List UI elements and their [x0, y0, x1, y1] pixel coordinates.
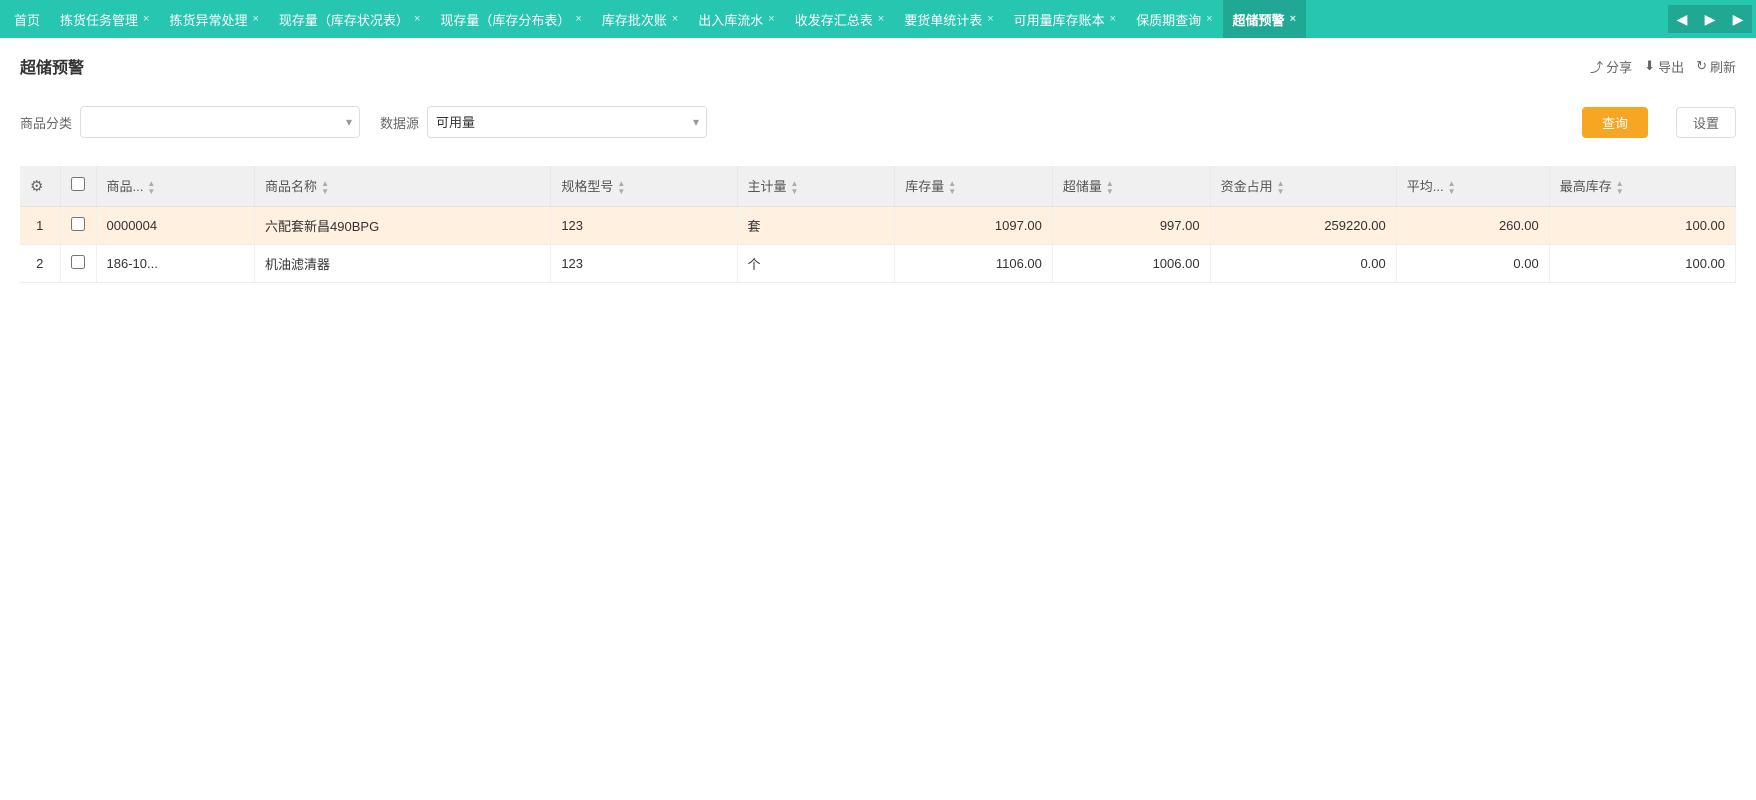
- row-product-name: 六配套新昌490BPG: [255, 206, 551, 244]
- col-header-stock[interactable]: 库存量▲▼: [895, 166, 1053, 206]
- row-checkbox[interactable]: [71, 217, 85, 231]
- row-unit: 套: [737, 206, 895, 244]
- query-button[interactable]: 查询: [1582, 107, 1648, 138]
- close-collect-summary[interactable]: ×: [878, 13, 884, 25]
- close-pick-exception[interactable]: ×: [252, 13, 258, 25]
- row-checkbox[interactable]: [71, 255, 85, 269]
- nav-stock-status[interactable]: 现存量（库存状况表） ×: [269, 0, 430, 38]
- nav-quality-check[interactable]: 保质期查询 ×: [1126, 0, 1222, 38]
- row-max-stock: 100.00: [1549, 244, 1735, 282]
- category-select[interactable]: [80, 106, 360, 138]
- settings-button[interactable]: 设置: [1676, 107, 1736, 138]
- datasource-select[interactable]: 可用量 库存量: [427, 106, 707, 138]
- row-max-stock: 100.00: [1549, 206, 1735, 244]
- nav-collect-summary[interactable]: 收发存汇总表 ×: [785, 0, 894, 38]
- row-stock: 1097.00: [895, 206, 1053, 244]
- row-product-code: 186-10...: [96, 244, 255, 282]
- category-select-wrapper: [80, 106, 360, 138]
- row-capital: 0.00: [1210, 244, 1396, 282]
- close-inout-flow[interactable]: ×: [768, 13, 774, 25]
- row-checkbox-cell: [60, 244, 96, 282]
- row-unit: 个: [737, 244, 895, 282]
- row-index: 2: [20, 244, 60, 282]
- col-header-check: [60, 166, 96, 206]
- col-header-capital[interactable]: 资金占用▲▼: [1210, 166, 1396, 206]
- gear-icon[interactable]: ⚙: [30, 178, 43, 195]
- close-pick-task[interactable]: ×: [143, 13, 149, 25]
- close-available-stock[interactable]: ×: [1110, 13, 1116, 25]
- share-action[interactable]: ⤴ 分享: [1590, 57, 1632, 76]
- col-header-unit[interactable]: 主计量▲▼: [737, 166, 895, 206]
- datasource-label: 数据源: [380, 113, 419, 132]
- row-product-code: 0000004: [96, 206, 255, 244]
- row-avg: 260.00: [1396, 206, 1549, 244]
- col-header-overstock[interactable]: 超储量▲▼: [1052, 166, 1210, 206]
- nav-next-button[interactable]: ▶: [1696, 5, 1724, 33]
- row-spec: 123: [551, 244, 737, 282]
- row-avg: 0.00: [1396, 244, 1549, 282]
- refresh-icon: ↻: [1696, 58, 1707, 74]
- nav-batch-account[interactable]: 库存批次账 ×: [592, 0, 688, 38]
- header-actions: ⤴ 分享 ⬇ 导出 ↻ 刷新: [1590, 57, 1736, 76]
- nav-home[interactable]: 首页: [4, 0, 50, 38]
- col-header-product-code[interactable]: 商品...▲▼: [96, 166, 255, 206]
- filter-area: 商品分类 数据源 可用量 库存量 查询 设置: [20, 94, 1736, 150]
- export-icon: ⬇: [1644, 58, 1655, 74]
- close-stock-status[interactable]: ×: [414, 13, 420, 25]
- page-title: 超储预警: [20, 54, 84, 78]
- category-filter-group: 商品分类: [20, 106, 360, 138]
- main-content: 超储预警 ⤴ 分享 ⬇ 导出 ↻ 刷新 商品分类: [0, 38, 1756, 800]
- col-header-avg[interactable]: 平均...▲▼: [1396, 166, 1549, 206]
- nav-stock-dist[interactable]: 现存量（库存分布表） ×: [430, 0, 591, 38]
- row-spec: 123: [551, 206, 737, 244]
- row-stock: 1106.00: [895, 244, 1053, 282]
- col-header-spec[interactable]: 规格型号▲▼: [551, 166, 737, 206]
- row-capital: 259220.00: [1210, 206, 1396, 244]
- row-product-name: 机油滤清器: [255, 244, 551, 282]
- close-order-stats[interactable]: ×: [987, 13, 993, 25]
- select-all-checkbox[interactable]: [71, 177, 85, 191]
- nav-available-stock[interactable]: 可用量库存账本 ×: [1004, 0, 1126, 38]
- refresh-action[interactable]: ↻ 刷新: [1696, 57, 1736, 76]
- close-batch-account[interactable]: ×: [672, 13, 678, 25]
- row-overstock: 1006.00: [1052, 244, 1210, 282]
- col-header-gear: ⚙: [20, 166, 60, 206]
- export-action[interactable]: ⬇ 导出: [1644, 57, 1684, 76]
- category-label: 商品分类: [20, 113, 72, 132]
- close-stock-dist[interactable]: ×: [575, 13, 581, 25]
- table-body: 1 0000004 六配套新昌490BPG 123 套 1097.00 997.…: [20, 206, 1736, 282]
- nav-pick-exception[interactable]: 拣货异常处理 ×: [159, 0, 268, 38]
- datasource-filter-group: 数据源 可用量 库存量: [380, 106, 707, 138]
- top-navigation: 首页 拣货任务管理 × 拣货异常处理 × 现存量（库存状况表） × 现存量（库存…: [0, 0, 1756, 38]
- table-row: 1 0000004 六配套新昌490BPG 123 套 1097.00 997.…: [20, 206, 1736, 244]
- close-quality-check[interactable]: ×: [1206, 13, 1212, 25]
- nav-order-stats[interactable]: 要货单统计表 ×: [894, 0, 1003, 38]
- share-icon: ⤴: [1590, 57, 1603, 76]
- nav-arrows: ◀ ▶ ▶: [1668, 5, 1752, 33]
- nav-overstock-warning[interactable]: 超储预警 ×: [1223, 0, 1306, 38]
- row-checkbox-cell: [60, 206, 96, 244]
- table-row: 2 186-10... 机油滤清器 123 个 1106.00 1006.00 …: [20, 244, 1736, 282]
- row-overstock: 997.00: [1052, 206, 1210, 244]
- nav-prev-button[interactable]: ◀: [1668, 5, 1696, 33]
- data-table: ⚙ 商品...▲▼ 商品名称▲▼ 规格型号▲▼ 主计量▲▼ 库: [20, 166, 1736, 283]
- page-header: 超储预警 ⤴ 分享 ⬇ 导出 ↻ 刷新: [20, 54, 1736, 78]
- close-overstock-warning[interactable]: ×: [1290, 13, 1296, 25]
- table-header: ⚙ 商品...▲▼ 商品名称▲▼ 规格型号▲▼ 主计量▲▼ 库: [20, 166, 1736, 206]
- nav-inout-flow[interactable]: 出入库流水 ×: [688, 0, 784, 38]
- nav-expand-button[interactable]: ▶: [1724, 5, 1752, 33]
- row-index: 1: [20, 206, 60, 244]
- col-header-max-stock[interactable]: 最高库存▲▼: [1549, 166, 1735, 206]
- nav-pick-task[interactable]: 拣货任务管理 ×: [50, 0, 159, 38]
- col-header-product-name[interactable]: 商品名称▲▼: [255, 166, 551, 206]
- datasource-select-wrapper: 可用量 库存量: [427, 106, 707, 138]
